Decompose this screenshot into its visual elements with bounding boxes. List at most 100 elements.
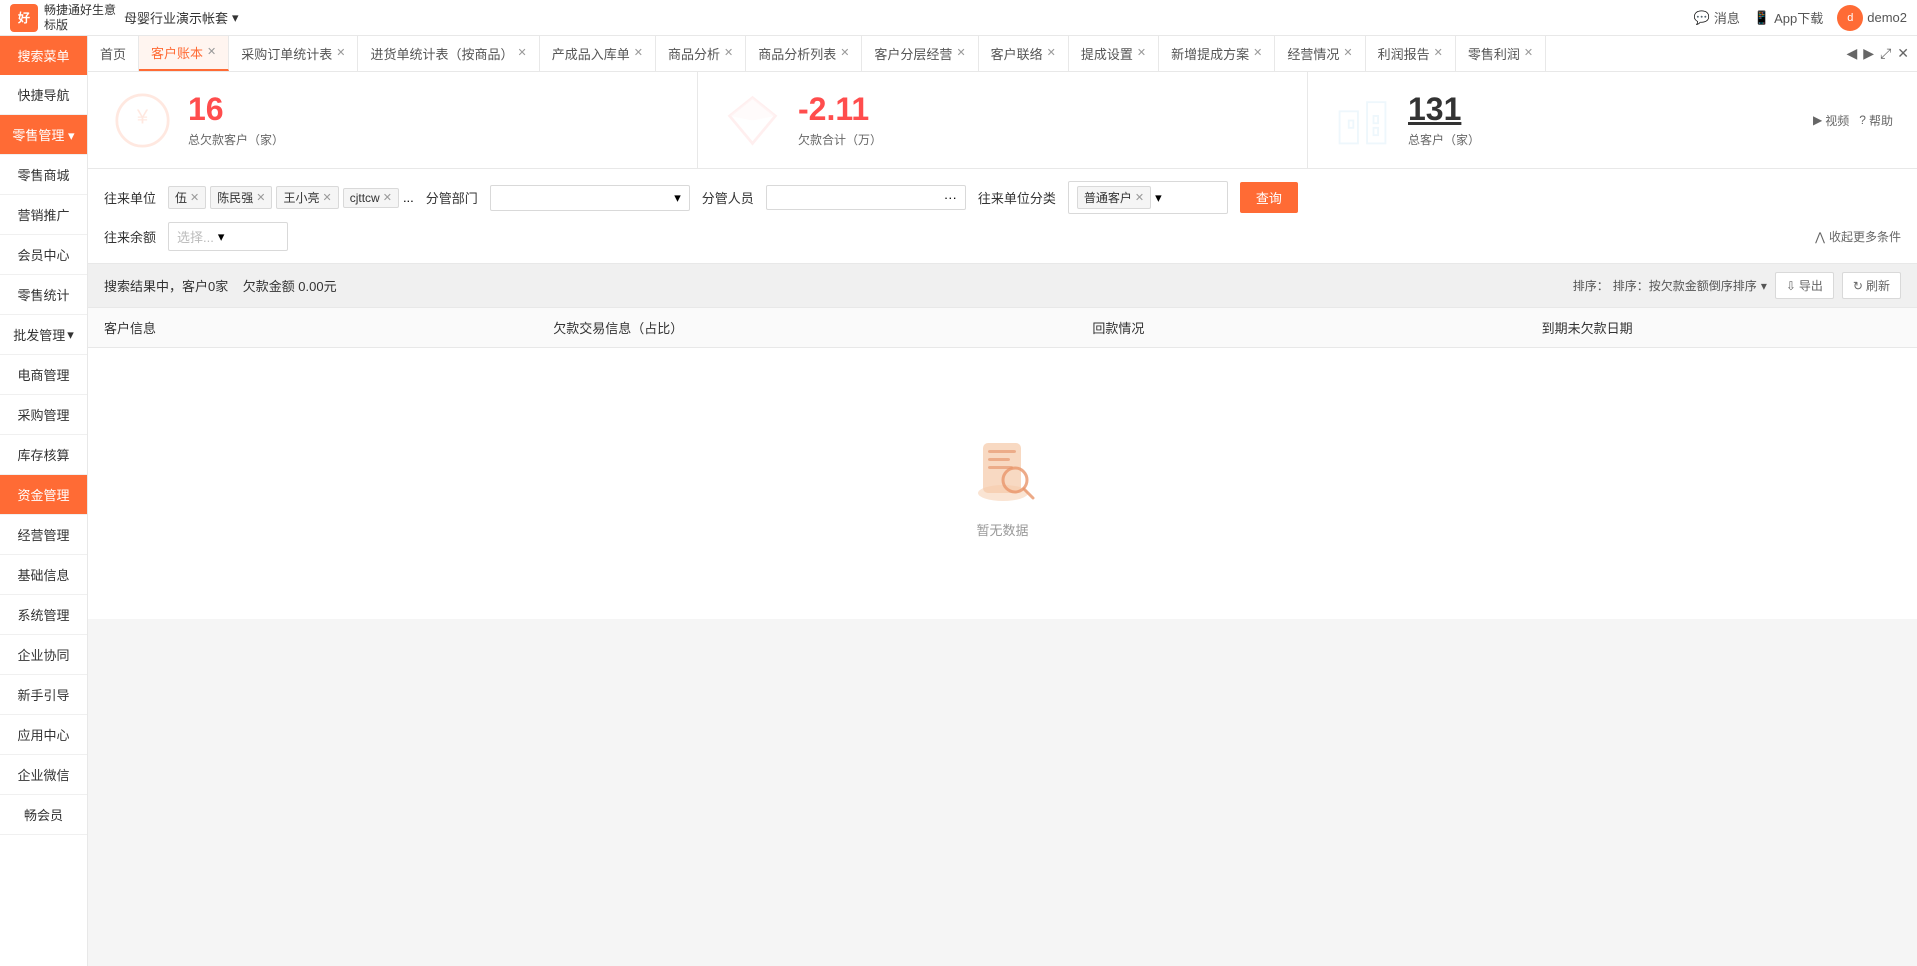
- tab-product-analysis[interactable]: 商品分析 ✕: [656, 36, 746, 71]
- balance-select[interactable]: 选择... ▾: [168, 222, 288, 251]
- chevron-down-icon: ▾: [218, 229, 225, 245]
- tab-close-icon[interactable]: ✕: [1343, 48, 1352, 59]
- unit-type-select[interactable]: 普通客户 ✕ ▾: [1068, 181, 1228, 214]
- tab-expand-icon[interactable]: ⤢: [1880, 45, 1891, 62]
- tab-product-in[interactable]: 产成品入库单 ✕: [540, 36, 656, 71]
- tab-customer-ledger[interactable]: 客户账本 ✕: [139, 36, 229, 71]
- stats-row: ¥ 16 总欠款客户（家）: [88, 72, 1917, 169]
- unit-filter-label: 往来单位: [104, 188, 156, 207]
- sidebar-item-purchase[interactable]: 采购管理: [0, 395, 87, 435]
- empty-icon: [963, 428, 1043, 508]
- tab-controls: ◀ ▶ ⤢ ✕: [1839, 45, 1917, 62]
- col-header-debt: 欠款交易信息（占比）: [553, 318, 1092, 337]
- stat-value-debt: -2.11: [798, 93, 882, 125]
- sidebar-item-member-center[interactable]: 会员中心: [0, 235, 87, 275]
- tab-close-icon[interactable]: ✕: [634, 48, 643, 59]
- tab-close-icon[interactable]: ✕: [336, 48, 345, 59]
- export-button[interactable]: ⇩ 导出: [1775, 272, 1834, 299]
- sidebar-item-wholesale[interactable]: 批发管理▾: [0, 315, 87, 355]
- filter-tag-more[interactable]: ...: [403, 190, 414, 205]
- sidebar-search[interactable]: 搜索菜单: [0, 36, 87, 75]
- tab-customer-contact[interactable]: 客户联络 ✕: [979, 36, 1069, 71]
- logo-icon: 好: [10, 4, 38, 32]
- sidebar-item-app-center[interactable]: 应用中心: [0, 715, 87, 755]
- tab-purchase-stats-product[interactable]: 进货单统计表（按商品） ✕: [358, 36, 539, 71]
- phone-icon: 📱: [1754, 10, 1770, 26]
- query-button[interactable]: 查询: [1240, 182, 1298, 213]
- sidebar-item-operations[interactable]: 经营管理: [0, 515, 87, 555]
- tab-close-icon[interactable]: ✕: [1137, 48, 1146, 59]
- empty-state: 暂无数据: [88, 348, 1917, 619]
- sidebar-item-ecommerce[interactable]: 电商管理: [0, 355, 87, 395]
- sidebar-item-retail-mall[interactable]: 零售商城: [0, 155, 87, 195]
- sidebar-quick-nav[interactable]: 快捷导航: [0, 75, 87, 115]
- sidebar-item-guide[interactable]: 新手引导: [0, 675, 87, 715]
- tab-close-icon[interactable]: ✕: [1434, 48, 1443, 59]
- tab-commission-settings[interactable]: 提成设置 ✕: [1069, 36, 1159, 71]
- filter-area: 往来单位 伍 ✕ 陈民强 ✕ 王小亮 ✕: [88, 169, 1917, 264]
- app-download-button[interactable]: 📱 App下载: [1754, 8, 1823, 27]
- tab-close-icon[interactable]: ✕: [1253, 48, 1262, 59]
- svg-text:¥: ¥: [135, 106, 148, 128]
- sidebar-item-marketing[interactable]: 营销推广: [0, 195, 87, 235]
- empty-text: 暂无数据: [976, 520, 1028, 539]
- tab-product-analysis-list[interactable]: 商品分析列表 ✕: [746, 36, 862, 71]
- tag-close-wang[interactable]: ✕: [323, 191, 332, 204]
- sidebar-item-finance[interactable]: 资金管理: [0, 475, 87, 515]
- col-header-customer: 客户信息: [104, 318, 553, 337]
- top-bar-left: 好 畅捷通好生意 标版 母婴行业演示帐套 ▾: [10, 3, 239, 32]
- sidebar-item-basic-info[interactable]: 基础信息: [0, 555, 87, 595]
- help-link[interactable]: ? 帮助: [1859, 112, 1893, 129]
- collapse-button[interactable]: ⋀ 收起更多条件: [1815, 228, 1901, 245]
- tab-retail-profit[interactable]: 零售利润 ✕: [1456, 36, 1546, 71]
- message-button[interactable]: 💬 消息: [1694, 8, 1740, 27]
- logo-area: 好 畅捷通好生意 标版: [10, 3, 116, 32]
- tab-add-commission[interactable]: 新增提成方案 ✕: [1159, 36, 1275, 71]
- sort-selector[interactable]: 排序： 排序：按欠款金额倒序排序 ▾: [1573, 277, 1767, 294]
- tag-close-cjttcw[interactable]: ✕: [383, 191, 392, 204]
- sidebar-item-system[interactable]: 系统管理: [0, 595, 87, 635]
- tab-close-all-icon[interactable]: ✕: [1897, 45, 1909, 62]
- page-content: ¥ 16 总欠款客户（家）: [88, 72, 1917, 966]
- help-icon: ?: [1859, 113, 1866, 127]
- filter-tag-chen: 陈民强 ✕: [210, 186, 272, 209]
- tab-customer-tier[interactable]: 客户分层经营 ✕: [862, 36, 978, 71]
- tab-operations[interactable]: 经营情况 ✕: [1275, 36, 1365, 71]
- stat-icon-building: [1332, 90, 1392, 150]
- top-bar-right: 💬 消息 📱 App下载 d demo2: [1694, 5, 1907, 31]
- tab-close-icon[interactable]: ✕: [724, 48, 733, 59]
- person-select[interactable]: ···: [766, 185, 966, 210]
- tab-close-icon[interactable]: ✕: [1524, 48, 1533, 59]
- sidebar-item-retail-stats[interactable]: 零售统计: [0, 275, 87, 315]
- sidebar-item-inventory[interactable]: 库存核算: [0, 435, 87, 475]
- user-menu[interactable]: d demo2: [1837, 5, 1907, 31]
- table-header: 客户信息 欠款交易信息（占比） 回款情况 到期未欠款日期: [88, 308, 1917, 348]
- tab-close-icon[interactable]: ✕: [207, 47, 216, 58]
- tab-close-icon[interactable]: ✕: [840, 48, 849, 59]
- tab-prev-icon[interactable]: ◀: [1847, 45, 1858, 62]
- refresh-button[interactable]: ↻ 刷新: [1842, 272, 1901, 299]
- company-selector[interactable]: 母婴行业演示帐套 ▾: [124, 8, 239, 27]
- tab-home[interactable]: 首页: [88, 36, 139, 71]
- tag-close-chen[interactable]: ✕: [256, 191, 265, 204]
- tab-close-icon[interactable]: ✕: [1047, 48, 1056, 59]
- sidebar-item-member[interactable]: 畅会员: [0, 795, 87, 835]
- avatar: d: [1837, 5, 1863, 31]
- col-header-date: 到期未欠款日期: [1542, 318, 1901, 337]
- tab-close-icon[interactable]: ✕: [518, 48, 527, 59]
- tag-close-wu[interactable]: ✕: [190, 191, 199, 204]
- stat-value-total: 131: [1408, 93, 1480, 125]
- stat-info-total: 131 总客户（家）: [1408, 93, 1480, 148]
- tab-purchase-order-stats[interactable]: 采购订单统计表 ✕: [229, 36, 358, 71]
- sidebar-item-wechat[interactable]: 企业微信: [0, 755, 87, 795]
- tab-next-icon[interactable]: ▶: [1863, 45, 1874, 62]
- tag-close-normal[interactable]: ✕: [1135, 191, 1144, 204]
- video-link[interactable]: ▶ 视频: [1813, 112, 1849, 129]
- sidebar-item-cooperation[interactable]: 企业协同: [0, 635, 87, 675]
- stat-icon-diamond: [722, 90, 782, 150]
- tab-close-icon[interactable]: ✕: [956, 48, 965, 59]
- filter-row-2: 往来余额 选择... ▾ ⋀ 收起更多条件: [104, 222, 1901, 251]
- sidebar-item-retail[interactable]: 零售管理 ▾: [0, 115, 87, 155]
- dept-select[interactable]: ▾: [490, 185, 690, 211]
- tab-profit-report[interactable]: 利润报告 ✕: [1366, 36, 1456, 71]
